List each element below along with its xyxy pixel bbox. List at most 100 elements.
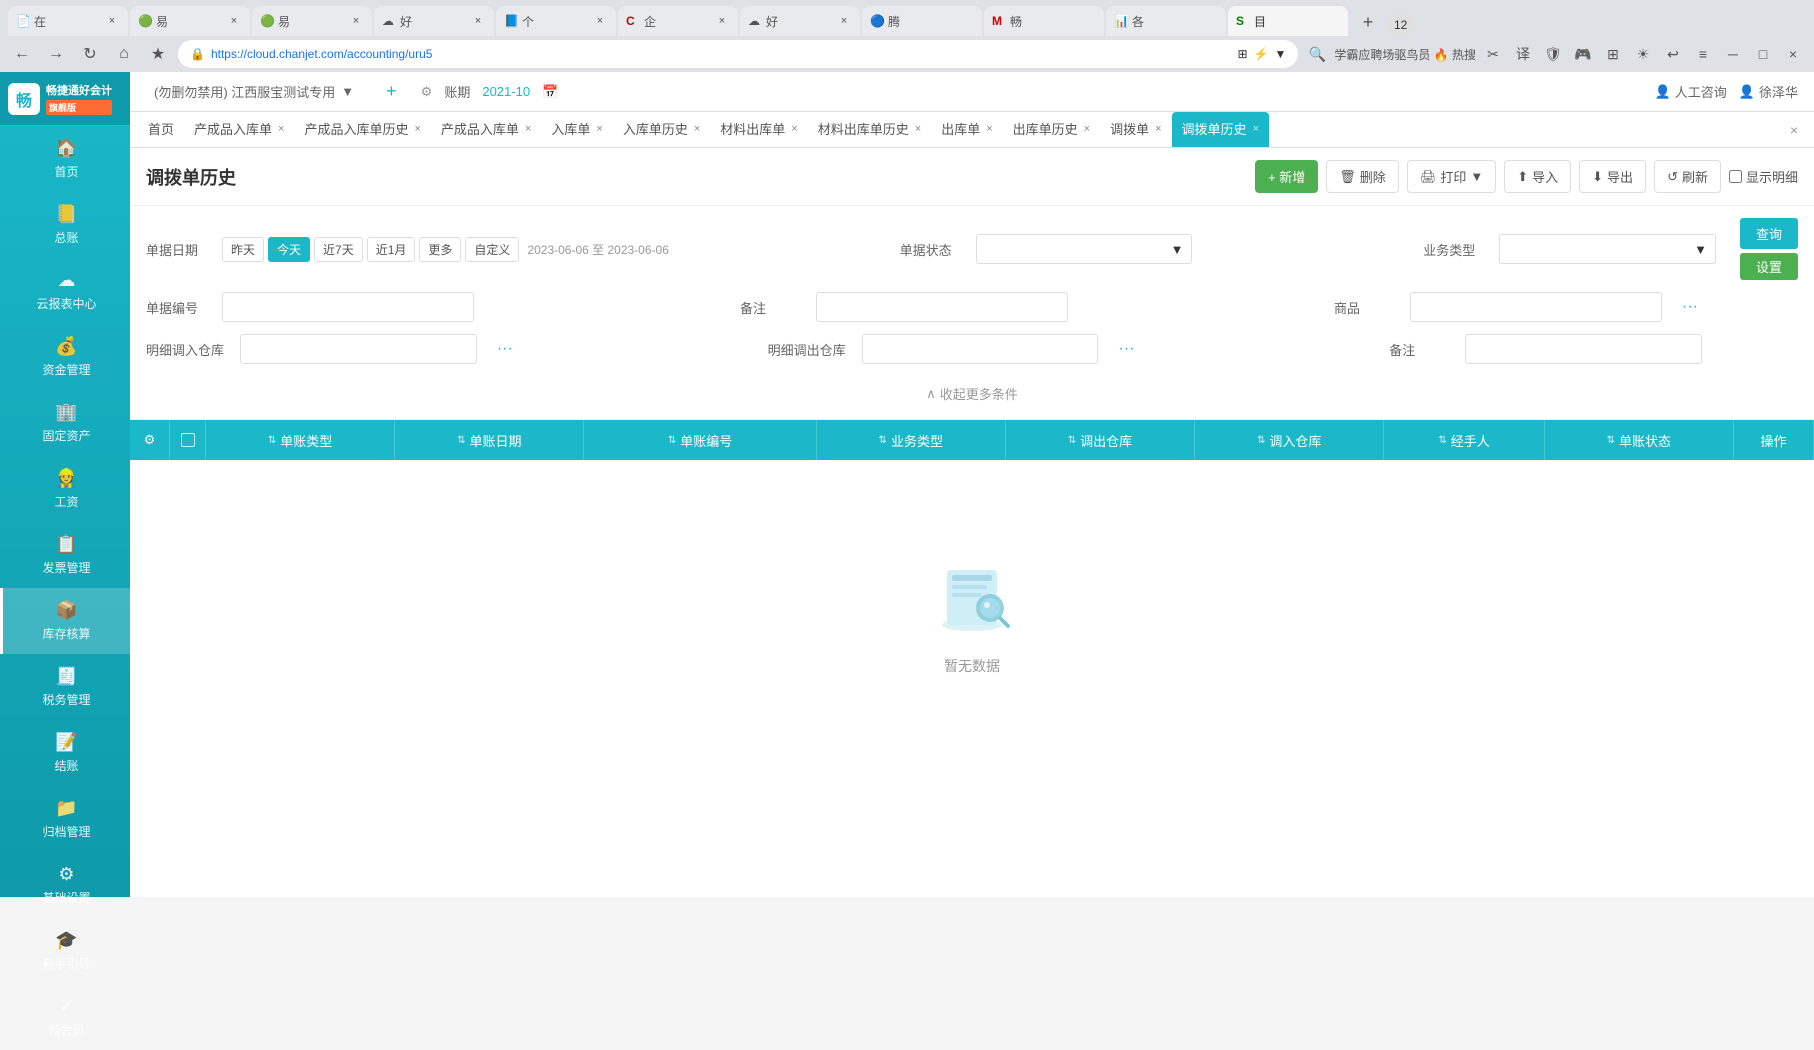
export-button[interactable]: ⬇ 导出: [1579, 160, 1646, 193]
detail-remark-input[interactable]: [1465, 334, 1702, 364]
nav-tab-transfer[interactable]: 调拨单 ×: [1100, 112, 1171, 148]
sidebar-item-archive[interactable]: 📁 归档管理: [0, 786, 130, 852]
nav-tab-product-in[interactable]: 产成品入库单 ×: [184, 112, 294, 148]
nav-tab-material-out[interactable]: 材料出库单 ×: [710, 112, 807, 148]
th-type[interactable]: ⇅ 单账类型: [206, 420, 395, 460]
nav-tab-material-out-close[interactable]: ×: [791, 123, 797, 135]
th-date[interactable]: ⇅ 单账日期: [395, 420, 584, 460]
search-button[interactable]: 查询: [1740, 218, 1798, 249]
goods-filter-input[interactable]: [1410, 292, 1662, 322]
browser-tab-1[interactable]: 📄 在 ×: [8, 6, 128, 36]
sidebar-item-settings[interactable]: ⚙ 基础设置: [0, 852, 130, 918]
tab-close-6[interactable]: ×: [714, 13, 730, 29]
detail-in-wh-picker[interactable]: ···: [493, 340, 517, 358]
date-more-btn[interactable]: 更多: [419, 237, 461, 262]
settings-button[interactable]: 设置: [1740, 253, 1798, 280]
nav-tab-out-close[interactable]: ×: [986, 123, 992, 135]
th-settings[interactable]: ⚙: [130, 420, 170, 460]
tab-close-1[interactable]: ×: [104, 13, 120, 29]
sidebar-item-guide[interactable]: 🎓 新手引导: [0, 918, 130, 984]
add-company-button[interactable]: +: [374, 75, 409, 108]
goods-picker-button[interactable]: ···: [1678, 298, 1702, 316]
show-cols-checkbox[interactable]: [1729, 170, 1742, 183]
nav-tab-in-close[interactable]: ×: [596, 123, 602, 135]
date-7days-btn[interactable]: 近7天: [314, 237, 363, 262]
close-all-tabs-button[interactable]: ×: [1782, 122, 1806, 138]
translate-icon[interactable]: 译: [1510, 41, 1536, 67]
refresh-button[interactable]: ↺ 刷新: [1654, 160, 1721, 193]
settings-gear-icon[interactable]: ⚙: [421, 84, 433, 100]
maximize-icon[interactable]: □: [1750, 41, 1776, 67]
browser-tab-3[interactable]: 🟢 易 ×: [252, 6, 372, 36]
nav-tab-product-in-history-close[interactable]: ×: [414, 123, 420, 135]
nav-tab-out-history-close[interactable]: ×: [1084, 123, 1090, 135]
select-all-checkbox[interactable]: [181, 433, 195, 447]
period-value[interactable]: 2021-10: [482, 84, 530, 99]
forward-button[interactable]: →: [42, 40, 70, 68]
user-info[interactable]: 👤 徐泽华: [1739, 82, 1798, 101]
tab-close-4[interactable]: ×: [470, 13, 486, 29]
tab-close-5[interactable]: ×: [592, 13, 608, 29]
bookmark-button[interactable]: ★: [144, 40, 172, 68]
print-button[interactable]: 🖨 打印 ▼: [1407, 160, 1496, 193]
browser-tab-8[interactable]: 🔵 腾: [862, 6, 982, 36]
sidebar-item-salary[interactable]: 👷 工资: [0, 456, 130, 522]
detail-out-wh-picker[interactable]: ···: [1114, 340, 1138, 358]
remark-filter-input[interactable]: [816, 292, 1068, 322]
address-bar[interactable]: 🔒 https://cloud.chanjet.com/accounting/u…: [178, 40, 1298, 68]
th-checkbox[interactable]: [170, 420, 206, 460]
date-1month-btn[interactable]: 近1月: [367, 237, 416, 262]
game-icon[interactable]: 🎮: [1570, 41, 1596, 67]
nav-tab-product-in2[interactable]: 产成品入库单 ×: [431, 112, 541, 148]
tab-close-7[interactable]: ×: [836, 13, 852, 29]
sidebar-item-member[interactable]: ✓ 畅会员: [0, 984, 130, 1050]
home-button[interactable]: ⌂: [110, 40, 138, 68]
search-icon[interactable]: 🔍: [1304, 41, 1330, 67]
browser-tab-10[interactable]: 📊 各: [1106, 6, 1226, 36]
sidebar-item-home[interactable]: 🏠 首页: [0, 126, 130, 192]
date-yesterday-btn[interactable]: 昨天: [222, 237, 264, 262]
status-filter-select[interactable]: ▼: [976, 234, 1193, 264]
service-button[interactable]: 👤 人工咨询: [1655, 82, 1727, 101]
undo-icon[interactable]: ↩: [1660, 41, 1686, 67]
grid-icon[interactable]: ⊞: [1600, 41, 1626, 67]
nav-tab-in-history-close[interactable]: ×: [694, 123, 700, 135]
menu-icon[interactable]: ≡: [1690, 41, 1716, 67]
date-custom-btn[interactable]: 自定义: [465, 237, 519, 262]
nav-tab-product-in-close[interactable]: ×: [278, 123, 284, 135]
minimize-icon[interactable]: ─: [1720, 41, 1746, 67]
back-button[interactable]: ←: [8, 40, 36, 68]
nav-tab-material-out-history-close[interactable]: ×: [915, 123, 921, 135]
th-status[interactable]: ⇅ 单账状态: [1545, 420, 1734, 460]
browser-tab-5[interactable]: 📘 个 ×: [496, 6, 616, 36]
date-today-btn[interactable]: 今天: [268, 237, 310, 262]
sidebar-item-inventory[interactable]: 📦 库存核算: [0, 588, 130, 654]
sidebar-item-invoice[interactable]: 📋 发票管理: [0, 522, 130, 588]
nav-tab-product-in-history[interactable]: 产成品入库单历史 ×: [294, 112, 430, 148]
sidebar-item-ledger[interactable]: 📒 总账: [0, 192, 130, 258]
nav-tab-product-in2-close[interactable]: ×: [525, 123, 531, 135]
nav-tab-transfer-history-close[interactable]: ×: [1253, 123, 1259, 135]
th-out-wh[interactable]: ⇅ 调出仓库: [1006, 420, 1195, 460]
sidebar-item-tax[interactable]: 🧾 税务管理: [0, 654, 130, 720]
biztype-filter-select[interactable]: ▼: [1499, 234, 1716, 264]
nav-tab-home[interactable]: 首页: [138, 112, 184, 148]
detail-in-wh-input[interactable]: [240, 334, 477, 364]
show-cols-toggle[interactable]: 显示明细: [1729, 167, 1798, 186]
delete-button[interactable]: 🗑 删除: [1326, 160, 1399, 193]
browser-tab-2[interactable]: 🟢 易 ×: [130, 6, 250, 36]
sidebar-item-fund[interactable]: 💰 资金管理: [0, 324, 130, 390]
detail-out-wh-input[interactable]: [862, 334, 1099, 364]
import-button[interactable]: ⬆ 导入: [1504, 160, 1571, 193]
new-tab-button[interactable]: +: [1354, 8, 1382, 36]
nav-tab-in-history[interactable]: 入库单历史 ×: [613, 112, 710, 148]
new-button[interactable]: + 新增: [1255, 160, 1318, 193]
nav-tab-out[interactable]: 出库单 ×: [931, 112, 1002, 148]
sidebar-item-close-accounts[interactable]: 📝 结账: [0, 720, 130, 786]
browser-tab-6[interactable]: C 企 ×: [618, 6, 738, 36]
sidebar-item-fixed-assets[interactable]: 🏢 固定资产: [0, 390, 130, 456]
scissors-icon[interactable]: ✂: [1480, 41, 1506, 67]
company-selector[interactable]: (勿删勿禁用) 江西服宝测试专用 ▼: [146, 78, 362, 105]
th-number[interactable]: ⇅ 单账编号: [584, 420, 816, 460]
collapse-button[interactable]: ∧ 收起更多条件: [926, 384, 1018, 403]
